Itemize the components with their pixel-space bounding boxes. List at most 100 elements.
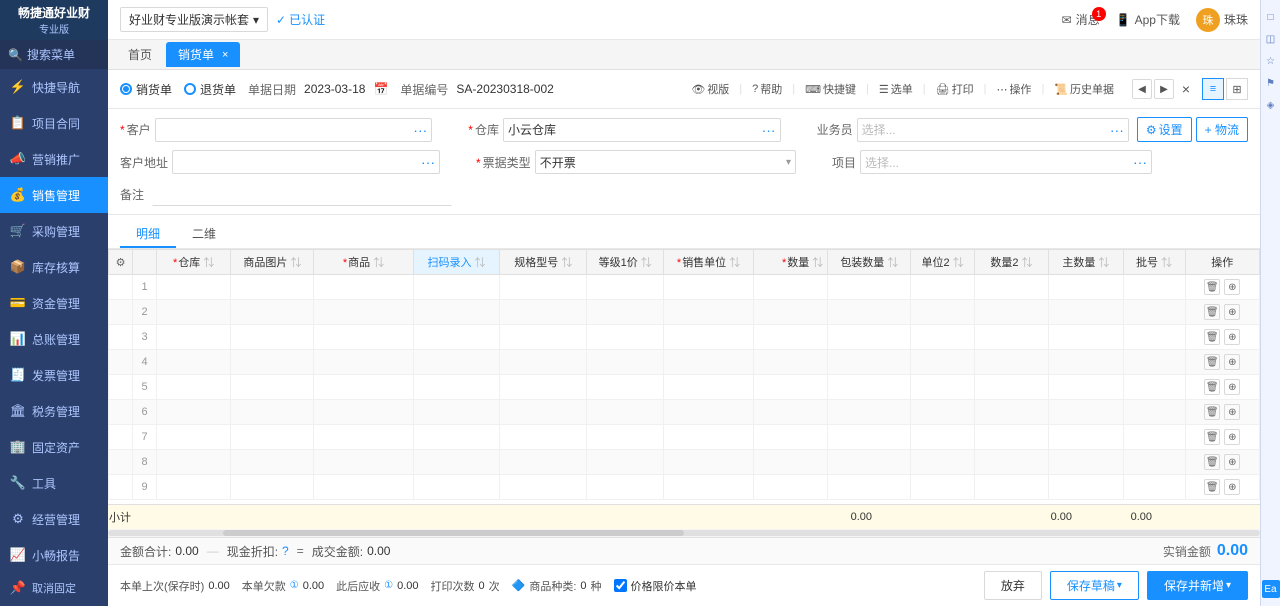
sidebar-item-marketing[interactable]: 📣 营销推广 bbox=[0, 141, 108, 177]
delete-row-icon[interactable]: 🗑 bbox=[1204, 429, 1220, 445]
cell-col-spec[interactable] bbox=[500, 350, 587, 375]
cell-col-main[interactable] bbox=[1049, 375, 1123, 400]
delete-row-icon[interactable]: 🗑 bbox=[1204, 329, 1220, 345]
cell-col-unit2[interactable] bbox=[911, 375, 974, 400]
cell-col-goods[interactable] bbox=[314, 375, 413, 400]
sidebar-item-tax[interactable]: 🏛 税务管理 bbox=[0, 393, 108, 429]
copy-row-icon[interactable]: ⊕ bbox=[1224, 429, 1240, 445]
cell-col-warehouse[interactable] bbox=[157, 350, 231, 375]
abandon-btn[interactable]: 放弃 bbox=[984, 571, 1042, 600]
print-btn[interactable]: 🖨 打印 bbox=[932, 79, 978, 99]
select-btn[interactable]: ☰ 选单 bbox=[875, 79, 917, 99]
cell-col-unit[interactable] bbox=[664, 375, 754, 400]
cell-col-img[interactable] bbox=[231, 350, 314, 375]
cell-col-qty2[interactable] bbox=[974, 450, 1048, 475]
cell-col-pkgqty[interactable] bbox=[828, 475, 911, 500]
prev-btn[interactable]: ◀ bbox=[1132, 79, 1152, 99]
cell-col-qty[interactable] bbox=[753, 375, 827, 400]
cell-col-warehouse[interactable] bbox=[157, 475, 231, 500]
cell-col-qty2[interactable] bbox=[974, 475, 1048, 500]
cell-col-pkgqty[interactable] bbox=[828, 325, 911, 350]
company-selector[interactable]: 好业财专业版演示帐套 ▾ bbox=[120, 7, 268, 32]
sidebar-item-purchase[interactable]: 🛒 采购管理 bbox=[0, 213, 108, 249]
cell-col-price1[interactable] bbox=[587, 475, 664, 500]
cell-col-pkgqty[interactable] bbox=[828, 350, 911, 375]
inner-tab-detail[interactable]: 明细 bbox=[120, 221, 176, 248]
radio-return[interactable]: 退货单 bbox=[184, 81, 236, 98]
cell-col-qty2[interactable] bbox=[974, 275, 1048, 300]
col-unit-header[interactable]: *销售单位 ⇅ bbox=[664, 250, 754, 275]
col-pkgqty-header[interactable]: 包装数量 ⇅ bbox=[828, 250, 911, 275]
cell-col-unit[interactable] bbox=[664, 425, 754, 450]
cell-col-batch[interactable] bbox=[1123, 300, 1185, 325]
tab-close-icon[interactable]: × bbox=[222, 49, 228, 61]
calendar-icon[interactable]: 📅 bbox=[373, 82, 388, 96]
cell-col-qty[interactable] bbox=[753, 450, 827, 475]
cell-col-pkgqty[interactable] bbox=[828, 450, 911, 475]
debt-help-icon[interactable]: ① bbox=[290, 580, 299, 591]
col-qty2-header[interactable]: 数量2 ⇅ bbox=[974, 250, 1048, 275]
cell-col-unit2[interactable] bbox=[911, 450, 974, 475]
history-btn[interactable]: 📜 历史单据 bbox=[1050, 79, 1118, 99]
sidebar-item-project[interactable]: 📋 项目合同 bbox=[0, 105, 108, 141]
col-warehouse-header[interactable]: *仓库 ⇅ bbox=[157, 250, 231, 275]
sidebar-item-sales[interactable]: 💰 销售管理 bbox=[0, 177, 108, 213]
cell-col-img[interactable] bbox=[231, 400, 314, 425]
ops-btn[interactable]: ⋯ 操作 bbox=[992, 79, 1035, 99]
cell-col-goods[interactable] bbox=[314, 425, 413, 450]
cell-col-unit[interactable] bbox=[664, 475, 754, 500]
cell-col-price1[interactable] bbox=[587, 350, 664, 375]
salesperson-input[interactable]: 选择... ··· bbox=[857, 118, 1129, 142]
cell-col-warehouse[interactable] bbox=[157, 375, 231, 400]
cell-col-pkgqty[interactable] bbox=[828, 400, 911, 425]
price-check-box[interactable]: 价格限价本单 bbox=[614, 578, 697, 594]
delete-row-icon[interactable]: 🗑 bbox=[1204, 279, 1220, 295]
cell-col-goods[interactable] bbox=[314, 350, 413, 375]
settings-btn[interactable]: ⚙ 设置 bbox=[1137, 117, 1192, 142]
cell-col-qty[interactable] bbox=[753, 275, 827, 300]
cell-col-price1[interactable] bbox=[587, 325, 664, 350]
cell-col-main[interactable] bbox=[1049, 300, 1123, 325]
col-unit2-header[interactable]: 单位2 ⇅ bbox=[911, 250, 974, 275]
cell-col-qty[interactable] bbox=[753, 350, 827, 375]
cell-col-batch[interactable] bbox=[1123, 475, 1185, 500]
cell-col-entry[interactable] bbox=[413, 475, 500, 500]
cell-col-goods[interactable] bbox=[314, 400, 413, 425]
next-btn[interactable]: ▶ bbox=[1154, 79, 1174, 99]
tab-sales-order[interactable]: 销货单 × bbox=[166, 42, 240, 67]
cell-col-unit2[interactable] bbox=[911, 275, 974, 300]
copy-row-icon[interactable]: ⊕ bbox=[1224, 304, 1240, 320]
copy-row-icon[interactable]: ⊕ bbox=[1224, 279, 1240, 295]
sidebar-search[interactable]: 🔍 搜索菜单 bbox=[0, 40, 108, 69]
cell-col-warehouse[interactable] bbox=[157, 300, 231, 325]
cell-col-batch[interactable] bbox=[1123, 275, 1185, 300]
copy-row-icon[interactable]: ⊕ bbox=[1224, 354, 1240, 370]
cell-col-img[interactable] bbox=[231, 450, 314, 475]
sidebar-item-management[interactable]: ⚙ 经营管理 bbox=[0, 501, 108, 537]
message-btn[interactable]: ✉ 1 消息 bbox=[1062, 11, 1100, 28]
cell-col-qty[interactable] bbox=[753, 425, 827, 450]
warehouse-input[interactable]: 小云仓库 ··· bbox=[503, 118, 781, 142]
delete-row-icon[interactable]: 🗑 bbox=[1204, 304, 1220, 320]
cell-col-unit[interactable] bbox=[664, 275, 754, 300]
add-logistics-btn[interactable]: + 物流 bbox=[1196, 117, 1248, 142]
radio-sale[interactable]: 销货单 bbox=[120, 81, 172, 98]
delete-row-icon[interactable]: 🗑 bbox=[1204, 354, 1220, 370]
doc-date-value[interactable]: 2023-03-18 bbox=[300, 82, 369, 96]
inner-tab-2d[interactable]: 二维 bbox=[176, 221, 232, 248]
cell-col-warehouse[interactable] bbox=[157, 275, 231, 300]
cell-col-qty2[interactable] bbox=[974, 350, 1048, 375]
cell-col-batch[interactable] bbox=[1123, 450, 1185, 475]
col-img-header[interactable]: 商品图片 ⇅ bbox=[231, 250, 314, 275]
cell-col-price1[interactable] bbox=[587, 375, 664, 400]
copy-row-icon[interactable]: ⊕ bbox=[1224, 479, 1240, 495]
delete-row-icon[interactable]: 🗑 bbox=[1204, 404, 1220, 420]
cell-col-spec[interactable] bbox=[500, 325, 587, 350]
cell-col-batch[interactable] bbox=[1123, 425, 1185, 450]
cell-col-price1[interactable] bbox=[587, 450, 664, 475]
horizontal-scrollbar[interactable] bbox=[108, 529, 1260, 537]
cell-col-batch[interactable] bbox=[1123, 350, 1185, 375]
col-settings-header[interactable]: ⚙ bbox=[109, 250, 133, 275]
cell-col-goods[interactable] bbox=[314, 300, 413, 325]
cell-col-unit[interactable] bbox=[664, 450, 754, 475]
